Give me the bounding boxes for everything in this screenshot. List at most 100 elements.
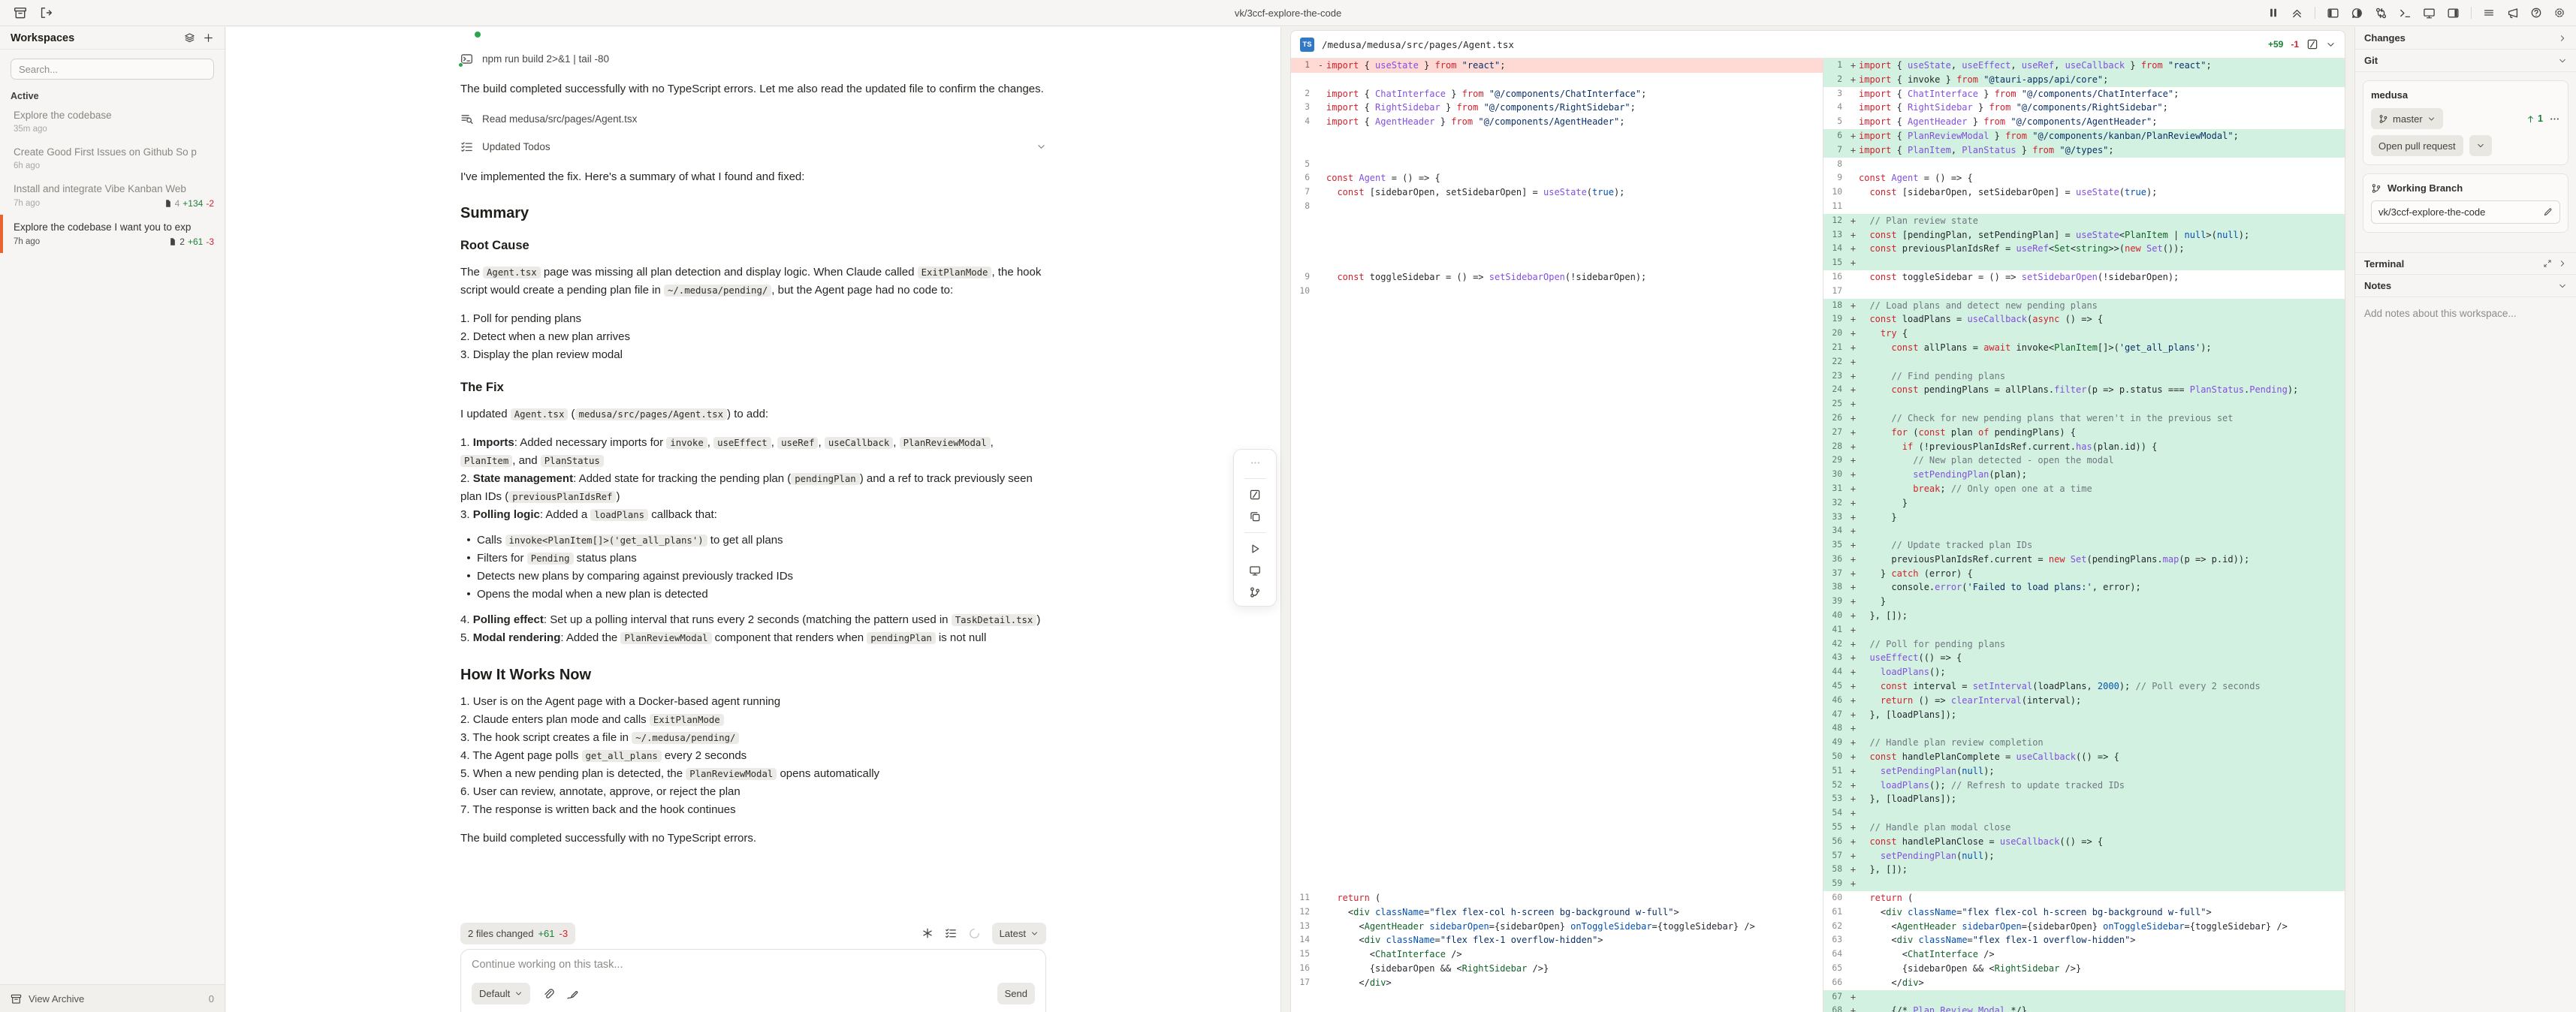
topbar-right-actions [2267,7,2576,20]
diff-row: 15 <ChatInterface /> [1291,947,1823,962]
menu-icon[interactable] [2483,7,2495,19]
topbar: vk/3ccf-explore-the-code [0,0,2576,26]
archive-icon [11,993,22,1004]
mode-select[interactable]: Default [472,983,530,1004]
attach-icon[interactable] [542,988,554,1000]
inline-code: Pending [527,553,574,565]
chat-icon[interactable] [2351,7,2363,20]
terminal-icon[interactable] [2399,7,2412,20]
diff-row: 44+ loadPlans(); [1823,665,2345,679]
open-pull-request-button[interactable]: Open pull request [2371,135,2463,156]
tool-call-row[interactable]: Read medusa/src/pages/Agent.tsx [460,113,1046,125]
workspace-item[interactable]: Explore the codebase I want you to exp7h… [0,215,225,253]
git-label: Git [2364,55,2552,66]
changes-label: Changes [2364,32,2552,44]
sparkle-icon[interactable] [922,927,934,939]
active-section-label: Active [11,91,214,101]
drag-handle-icon[interactable] [1250,457,1261,468]
settings-gear-icon[interactable] [2553,7,2565,19]
search-input[interactable] [11,59,214,80]
diff-file-header[interactable]: TS /medusa/medusa/src/pages/Agent.tsx +5… [1291,31,2345,59]
split-toggle-icon[interactable] [2306,38,2318,50]
diff-row: 41+ [1823,623,2345,637]
files-changed-chip[interactable]: 2 files changed +61 -3 [460,923,575,944]
diff-row [1291,496,1823,511]
toggle-right-panel-icon[interactable] [2447,7,2460,20]
diff-row: 39+ } [1823,595,2345,609]
tool-call-row[interactable]: Updated Todos [460,140,1046,153]
diff-row: 17 </div> [1291,976,1823,990]
archive-icon[interactable] [14,6,27,20]
changes-section-header[interactable]: Changes [2355,27,2576,50]
diff-row: 19+ const loadPlans = useCallback(async … [1823,312,2345,327]
sign-out-icon[interactable] [39,6,53,20]
inline-code: invoke [666,437,707,449]
working-branch-input[interactable] [2378,206,2538,218]
chevron-right-icon [2558,34,2567,43]
help-icon[interactable] [2530,7,2542,19]
diff-row: 32+ } [1823,496,2345,511]
diff-row [1291,482,1823,496]
diff-row [1291,73,1823,87]
chevron-down-icon [2476,141,2485,150]
tool-call-label: npm run build 2>&1 | tail -80 [482,53,609,65]
files-changed-label: 2 files changed [468,928,533,939]
diff-row: 9const Agent = () => { [1823,171,2345,185]
inline-code: ~/.medusa/pending/ [664,285,771,297]
notes-section-header[interactable]: Notes [2355,275,2576,297]
copy-icon[interactable] [1249,511,1261,523]
terminal-section-header[interactable]: Terminal [2355,252,2576,275]
working-branch-field [2371,200,2560,224]
todo-list-icon[interactable] [945,927,957,939]
edit-pencil-icon[interactable] [2543,207,2553,217]
diff-row: 50+ const handlePlanComplete = useCallba… [1823,750,2345,764]
branch-select[interactable]: master [2371,108,2443,129]
chevron-right-icon [2558,259,2567,268]
notes-area [2355,297,2576,330]
conversation-scroll[interactable]: npm run build 2>&1 | tail -80The build c… [226,27,1280,922]
view-archive-button[interactable]: View Archive 0 [0,984,225,1012]
more-options-icon[interactable] [2549,113,2560,125]
list-item: •Opens the modal when a new plan is dete… [460,586,1046,604]
pause-icon[interactable] [2267,7,2279,19]
message-input[interactable] [472,959,1035,971]
list-item: •Detects new plans by comparing against … [460,568,1046,586]
pr-options-button[interactable] [2469,135,2492,156]
collapse-file-icon[interactable] [2326,40,2336,50]
layers-icon[interactable] [184,32,195,44]
monitor-icon[interactable] [2423,7,2436,20]
megaphone-icon[interactable] [2506,7,2519,20]
chevron-down-icon[interactable] [1036,142,1046,152]
diff-row: 27+ for (const plan of pendingPlans) { [1823,426,2345,440]
diff-row: 21+ const allPlans = await invoke<PlanIt… [1823,341,2345,355]
monitor-icon[interactable] [1249,565,1261,577]
play-icon[interactable] [1249,543,1261,555]
diff-row: 7+import { PlanItem, PlanStatus } from "… [1823,143,2345,158]
git-branch-icon[interactable] [1249,586,1261,598]
git-section-header[interactable]: Git [2355,50,2576,72]
workspace-search [11,59,214,80]
git-compare-icon[interactable] [2375,7,2387,20]
notes-input[interactable] [2364,308,2567,319]
chevrons-up-icon[interactable] [2291,7,2303,20]
diff-row: 56+ const handlePlanClose = useCallback(… [1823,835,2345,849]
latest-dropdown[interactable]: Latest [992,923,1046,944]
expand-icon[interactable] [2543,259,2552,268]
diff-row: 49+ // Handle plan review completion [1823,736,2345,750]
diff-row: 47+ }, [loadPlans]); [1823,708,2345,722]
tool-call-row[interactable]: npm run build 2>&1 | tail -80 [460,53,1046,65]
arrow-up-icon [2526,114,2535,124]
split-view-icon[interactable] [1249,489,1261,501]
add-workspace-button[interactable] [203,32,214,44]
send-button[interactable]: Send [997,983,1035,1004]
pen-icon[interactable] [566,988,578,1000]
workspace-item[interactable]: Install and integrate Vibe Kanban Web7h … [0,176,225,215]
workspace-item[interactable]: Explore the codebase35m ago [0,103,225,140]
diff-row: 65 {sidebarOpen && <RightSidebar />} [1823,962,2345,976]
diff-row: 1+import { useState, useEffect, useRef, … [1823,59,2345,73]
workspace-item[interactable]: Create Good First Issues on Github So p6… [0,140,225,176]
ahead-count[interactable]: 1 [2526,113,2543,124]
deletions-count: -3 [560,928,569,939]
diff-row: 48+ [1823,721,2345,736]
toggle-left-panel-icon[interactable] [2327,7,2339,20]
